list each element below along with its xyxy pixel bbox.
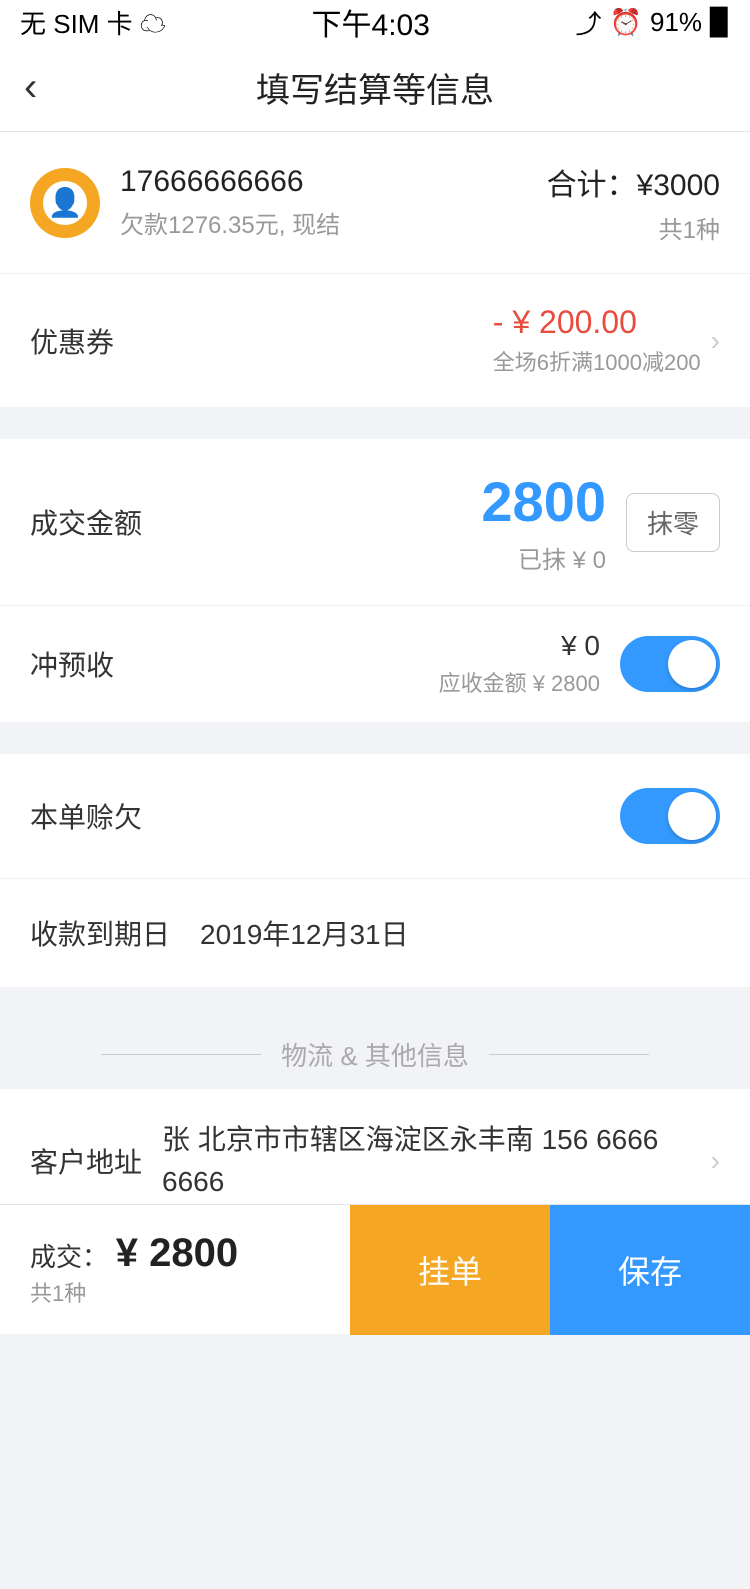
customer-total: 合计：¥3000 共1种 <box>547 160 720 245</box>
back-button[interactable]: ‹ <box>24 65 37 110</box>
bottom-bar: 成交： ¥ 2800 共1种 挂单 保存 <box>0 1204 750 1334</box>
customer-sub: 欠款1276.35元, 现结 <box>120 205 340 240</box>
status-time: 下午4:03 <box>312 0 430 44</box>
coupon-label: 优惠券 <box>30 321 114 361</box>
customer-row: 👤 17666666666 欠款1276.35元, 现结 合计：¥3000 共1… <box>0 132 750 274</box>
status-left: 无 SIM 卡 ☁ <box>20 4 166 41</box>
section-divider-text: 物流 & 其他信息 <box>281 1036 469 1073</box>
baddebt-card: 本单赊欠 收款到期日 2019年12月31日 <box>0 754 750 987</box>
coupon-amount: - ¥ 200.00 <box>493 304 701 341</box>
customer-card: 👤 17666666666 欠款1276.35元, 现结 合计：¥3000 共1… <box>0 132 750 407</box>
precharge-row: 冲预收 ¥ 0 应收金额 ¥ 2800 <box>0 605 750 722</box>
duedate-value: 2019年12月31日 <box>200 913 409 953</box>
hang-button[interactable]: 挂单 <box>350 1205 550 1335</box>
summary-amount: ¥ 2800 <box>116 1231 238 1275</box>
avatar-icon: 👤 <box>43 181 87 225</box>
battery-icon: ▉ <box>710 7 730 38</box>
duedate-label: 收款到期日 <box>30 913 170 953</box>
address-value: 张 北京市市辖区海淀区永丰南 156 6666 6666 <box>162 1119 711 1203</box>
status-bar: 无 SIM 卡 ☁ 下午4:03 ⤴ ⏰ 91% ▉ <box>0 0 750 44</box>
precharge-sub: 应收金额 ¥ 2800 <box>439 666 600 698</box>
summary-label: 成交： <box>30 1242 108 1272</box>
deal-right: 2800 已抹 ¥ 0 抹零 <box>481 469 720 575</box>
divider-line-right <box>489 1054 649 1055</box>
baddebt-toggle[interactable] <box>620 788 720 844</box>
deal-sub: 已抹 ¥ 0 <box>481 540 606 575</box>
precharge-label: 冲预收 <box>30 644 114 684</box>
coupon-right: - ¥ 200.00 全场6折满1000减200 › <box>493 304 720 377</box>
content: 👤 17666666666 欠款1276.35元, 现结 合计：¥3000 共1… <box>0 132 750 1589</box>
total-amount: 合计：¥3000 <box>547 160 720 204</box>
nav-title: 填写结算等信息 <box>256 63 494 112</box>
bottom-summary-line1: 成交： ¥ 2800 <box>30 1231 320 1276</box>
precharge-toggle[interactable] <box>620 636 720 692</box>
avatar: 👤 <box>30 168 100 238</box>
sim-text: 无 SIM 卡 ☁ <box>20 4 166 41</box>
baddebt-label: 本单赊欠 <box>30 796 142 836</box>
location-icon: ⤴ <box>576 4 602 41</box>
address-label: 客户地址 <box>30 1141 142 1181</box>
battery-text: 91% <box>650 7 702 38</box>
save-button[interactable]: 保存 <box>550 1205 750 1335</box>
status-right: ⤴ ⏰ 91% ▉ <box>576 4 730 41</box>
customer-phone: 17666666666 <box>120 165 340 199</box>
divider-3 <box>0 1003 750 1019</box>
deal-amount: 2800 <box>481 469 606 534</box>
total-sub: 共1种 <box>547 210 720 245</box>
alarm-icon: ⏰ <box>610 7 642 38</box>
round-button[interactable]: 抹零 <box>626 493 720 552</box>
coupon-row[interactable]: 优惠券 - ¥ 200.00 全场6折满1000减200 › <box>0 274 750 407</box>
coupon-chevron-icon: › <box>711 325 720 357</box>
duedate-row: 收款到期日 2019年12月31日 <box>0 878 750 987</box>
deal-row: 成交金额 2800 已抹 ¥ 0 抹零 <box>0 439 750 605</box>
divider-1 <box>0 423 750 439</box>
precharge-right: ¥ 0 应收金额 ¥ 2800 <box>439 630 720 698</box>
deal-card: 成交金额 2800 已抹 ¥ 0 抹零 冲预收 ¥ 0 应收金额 ¥ 2800 <box>0 439 750 722</box>
deal-label: 成交金额 <box>30 502 142 542</box>
customer-info: 17666666666 欠款1276.35元, 现结 <box>120 165 340 240</box>
coupon-sub: 全场6折满1000减200 <box>493 345 701 377</box>
bottom-summary: 成交： ¥ 2800 共1种 <box>0 1231 350 1308</box>
precharge-amount: ¥ 0 应收金额 ¥ 2800 <box>439 630 600 698</box>
baddebt-row: 本单赊欠 <box>0 754 750 878</box>
section-divider: 物流 & 其他信息 <box>0 1019 750 1089</box>
divider-2 <box>0 738 750 754</box>
divider-line-left <box>101 1054 261 1055</box>
nav-bar: ‹ 填写结算等信息 <box>0 44 750 132</box>
customer-left: 👤 17666666666 欠款1276.35元, 现结 <box>30 165 340 240</box>
precharge-main: ¥ 0 <box>439 630 600 662</box>
summary-sub: 共1种 <box>30 1276 320 1308</box>
address-chevron-icon: › <box>711 1145 720 1177</box>
